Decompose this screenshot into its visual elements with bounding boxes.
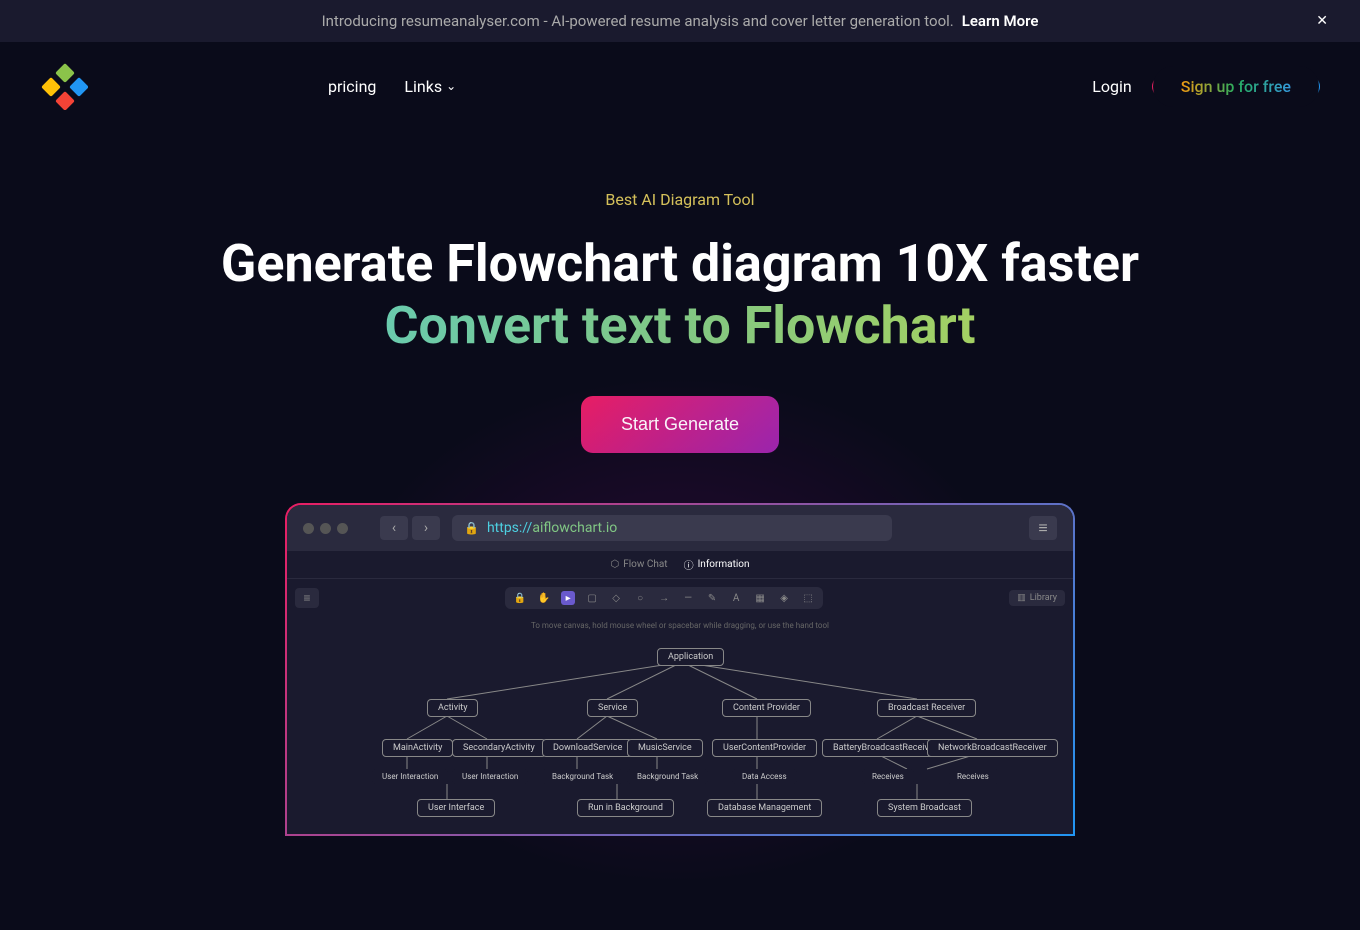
library-icon: ▥: [1017, 593, 1026, 603]
banner-text: Introducing resumeanalyser.com - AI-powe…: [322, 12, 954, 30]
info-icon: ⓘ: [684, 557, 694, 572]
flow-node[interactable]: Content Provider: [722, 699, 811, 717]
browser-forward-icon[interactable]: ›: [412, 516, 440, 540]
library-button[interactable]: ▥ Library: [1009, 590, 1065, 606]
signup-button-label: Sign up for free: [1181, 77, 1291, 96]
flow-node[interactable]: DownloadService: [542, 739, 633, 757]
hamburger-icon[interactable]: ≡: [295, 588, 319, 608]
flow-node[interactable]: System Broadcast: [877, 799, 972, 817]
app-tabs: ⬡ Flow Chat ⓘ Information: [287, 551, 1073, 579]
hero-eyebrow: Best AI Diagram Tool: [20, 190, 1340, 209]
flow-node[interactable]: Broadcast Receiver: [877, 699, 976, 717]
flow-node[interactable]: Activity: [427, 699, 478, 717]
line-tool-icon[interactable]: —: [681, 591, 695, 605]
url-protocol: https://: [487, 520, 532, 536]
tab-flow-chat[interactable]: ⬡ Flow Chat: [610, 557, 667, 572]
flow-node[interactable]: SecondaryActivity: [452, 739, 546, 757]
banner-close-icon[interactable]: ✕: [1316, 13, 1328, 29]
browser-url-bar[interactable]: 🔒 https://aiflowchart.io: [452, 515, 892, 541]
shape-tool-icon[interactable]: ◈: [777, 591, 791, 605]
canvas-hint: To move canvas, hold mouse wheel or spac…: [287, 617, 1073, 634]
chevron-down-icon: ⌄: [446, 79, 456, 93]
flow-node[interactable]: UserContentProvider: [712, 739, 817, 757]
banner-learn-more-link[interactable]: Learn More: [962, 12, 1039, 30]
login-link[interactable]: Login: [1092, 77, 1131, 96]
logo-icon[interactable]: [40, 62, 88, 110]
pencil-tool-icon[interactable]: ✎: [705, 591, 719, 605]
lock-tool-icon[interactable]: 🔒: [513, 591, 527, 605]
flow-label: Receives: [947, 769, 999, 784]
nav-links-group: pricing Links ⌄: [328, 77, 456, 96]
tool-group: 🔒 ✋ ▸ ▢ ◇ ○ → — ✎ A ▦ ◈ ⬚: [505, 587, 823, 609]
pointer-tool-icon[interactable]: ▸: [561, 591, 575, 605]
nav-links-dropdown[interactable]: Links ⌄: [404, 77, 456, 96]
hero-section: Best AI Diagram Tool Generate Flowchart …: [0, 130, 1360, 876]
flow-node[interactable]: MusicService: [627, 739, 703, 757]
flow-chat-icon: ⬡: [610, 559, 619, 570]
nav-pricing-link[interactable]: pricing: [328, 77, 376, 96]
announcement-banner: Introducing resumeanalyser.com - AI-powe…: [0, 0, 1360, 42]
start-generate-button[interactable]: Start Generate: [581, 396, 779, 453]
arrow-tool-icon[interactable]: →: [657, 591, 671, 605]
flow-node[interactable]: User Interface: [417, 799, 495, 817]
hand-tool-icon[interactable]: ✋: [537, 591, 551, 605]
image-tool-icon[interactable]: ▦: [753, 591, 767, 605]
nav-links-label: Links: [404, 77, 442, 96]
signup-button[interactable]: Sign up for free: [1152, 76, 1320, 97]
circle-tool-icon[interactable]: ○: [633, 591, 647, 605]
browser-back-icon[interactable]: ‹: [380, 516, 408, 540]
rect-tool-icon[interactable]: ▢: [585, 591, 599, 605]
flowchart-canvas[interactable]: Application Activity Service Content Pro…: [287, 634, 1073, 834]
app-toolbar: ≡ 🔒 ✋ ▸ ▢ ◇ ○ → — ✎ A ▦ ◈ ⬚: [287, 579, 1073, 617]
flow-label: User Interaction: [452, 769, 528, 784]
hero-title: Generate Flowchart diagram 10X faster: [20, 233, 1340, 295]
traffic-lights: [303, 523, 348, 534]
traffic-light-close-icon: [303, 523, 314, 534]
main-navbar: pricing Links ⌄ Login Sign up for free: [0, 42, 1360, 130]
flow-label: Data Access: [732, 769, 797, 784]
flow-node-root[interactable]: Application: [657, 648, 724, 666]
url-domain: aiflowchart.io: [532, 520, 617, 536]
browser-chrome-bar: ‹ › 🔒 https://aiflowchart.io ≡: [287, 505, 1073, 551]
nav-right-group: Login Sign up for free: [1092, 76, 1320, 97]
flow-label: User Interaction: [372, 769, 448, 784]
lock-icon: 🔒: [464, 521, 479, 535]
browser-settings-icon[interactable]: ≡: [1029, 516, 1057, 540]
eraser-tool-icon[interactable]: ⬚: [801, 591, 815, 605]
flow-node[interactable]: Service: [587, 699, 638, 717]
browser-mockup: ‹ › 🔒 https://aiflowchart.io ≡ ⬡: [285, 503, 1075, 836]
flow-node[interactable]: MainActivity: [382, 739, 453, 757]
flow-node[interactable]: NetworkBroadcastReceiver: [927, 739, 1058, 757]
flow-node[interactable]: Run in Background: [577, 799, 674, 817]
flow-label: Background Task: [627, 769, 708, 784]
tab-information[interactable]: ⓘ Information: [684, 557, 750, 572]
text-tool-icon[interactable]: A: [729, 591, 743, 605]
flow-label: Background Task: [542, 769, 623, 784]
traffic-light-max-icon: [337, 523, 348, 534]
hero-subtitle: Convert text to Flowchart: [20, 295, 1340, 356]
browser-nav-arrows: ‹ ›: [380, 516, 440, 540]
flow-node[interactable]: Database Management: [707, 799, 822, 817]
flow-label: Receives: [862, 769, 914, 784]
traffic-light-min-icon: [320, 523, 331, 534]
diamond-tool-icon[interactable]: ◇: [609, 591, 623, 605]
